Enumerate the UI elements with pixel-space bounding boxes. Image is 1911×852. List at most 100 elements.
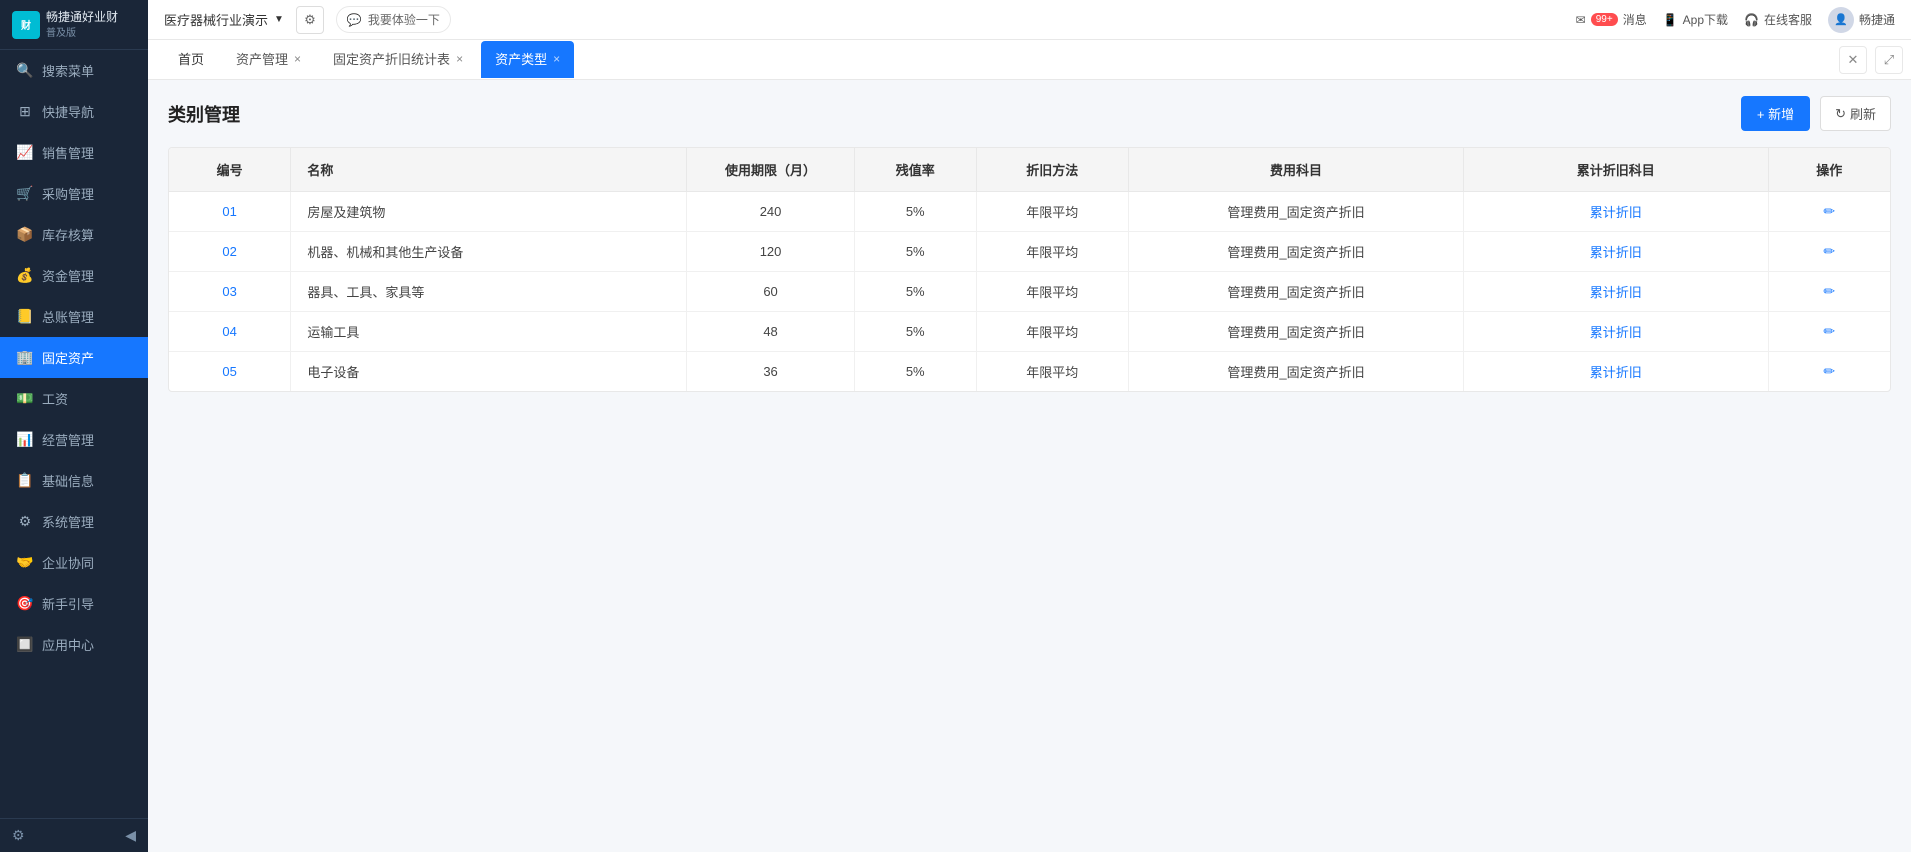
company-settings-button[interactable]: ⚙ <box>296 6 324 34</box>
cell-action: ✏ <box>1768 312 1890 352</box>
sidebar-item-ledger[interactable]: 📒 总账管理 <box>0 296 148 337</box>
sidebar-item-search[interactable]: 🔍 搜索菜单 <box>0 50 148 91</box>
tab-home-label: 首页 <box>178 49 204 68</box>
dropdown-chevron-icon: ▼ <box>274 14 284 25</box>
cell-code: 04 <box>169 312 291 352</box>
cell-name: 电子设备 <box>291 352 687 392</box>
service-label: 在线客服 <box>1764 11 1812 28</box>
table-row: 01 房屋及建筑物 240 5% 年限平均 管理费用_固定资产折旧 累计折旧 ✏ <box>169 192 1890 232</box>
new-button[interactable]: + 新增 <box>1741 96 1810 131</box>
user-action[interactable]: 👤 畅捷通 <box>1828 7 1895 33</box>
sidebar-item-label: 经营管理 <box>42 430 94 449</box>
appdownload-action[interactable]: 📱 App下载 <box>1663 11 1728 28</box>
edit-icon[interactable]: ✏ <box>1823 323 1835 339</box>
tab-assettype[interactable]: 资产类型 × <box>481 41 574 78</box>
basicinfo-icon: 📋 <box>16 472 34 490</box>
sidebar-item-basicinfo[interactable]: 📋 基础信息 <box>0 460 148 501</box>
sidebar-item-newguide[interactable]: 🎯 新手引导 <box>0 583 148 624</box>
cell-method: 年限平均 <box>976 232 1128 272</box>
sidebar-item-appcenter[interactable]: 🔲 应用中心 <box>0 624 148 665</box>
experience-button[interactable]: 💬 我要体验一下 <box>336 6 451 33</box>
expand-tab-button[interactable]: ⤢ <box>1875 46 1903 74</box>
collapse-icon[interactable]: ◀ <box>125 827 136 844</box>
sidebar-item-quicknav[interactable]: ⊞ 快捷导航 <box>0 91 148 132</box>
sidebar-item-salary[interactable]: 💵 工资 <box>0 378 148 419</box>
sidebar-item-label: 系统管理 <box>42 512 94 531</box>
sidebar-item-inventory[interactable]: 📦 库存核算 <box>0 214 148 255</box>
sidebar-logo: 财 畅捷通好业财 普及版 <box>0 0 148 50</box>
message-action[interactable]: ✉ 99+ 消息 <box>1576 11 1647 28</box>
edit-icon[interactable]: ✏ <box>1823 363 1835 379</box>
funds-icon: 💰 <box>16 267 34 285</box>
sidebar-item-label: 工资 <box>42 389 68 408</box>
sales-icon: 📈 <box>16 144 34 162</box>
company-name: 医疗器械行业演示 <box>164 10 268 29</box>
cell-action: ✏ <box>1768 232 1890 272</box>
settings-icon[interactable]: ⚙ <box>12 827 25 844</box>
sidebar-item-label: 企业协同 <box>42 553 94 572</box>
cell-period: 60 <box>687 272 855 312</box>
tab-deprstat-close[interactable]: × <box>456 52 463 66</box>
page-title: 类别管理 <box>168 101 240 127</box>
sidebar-item-label: 采购管理 <box>42 184 94 203</box>
ledger-icon: 📒 <box>16 308 34 326</box>
sidebar-item-label: 应用中心 <box>42 635 94 654</box>
sidebar-item-enterprise[interactable]: 🤝 企业协同 <box>0 542 148 583</box>
refresh-button[interactable]: ↻ 刷新 <box>1820 96 1891 131</box>
col-header-code: 编号 <box>169 148 291 192</box>
mobile-icon: 📱 <box>1663 13 1678 27</box>
cell-name: 运输工具 <box>291 312 687 352</box>
sidebar-nav: 🔍 搜索菜单 ⊞ 快捷导航 📈 销售管理 🛒 采购管理 📦 库存核算 💰 资金管… <box>0 50 148 818</box>
sidebar-item-label: 新手引导 <box>42 594 94 613</box>
cell-expense: 管理费用_固定资产折旧 <box>1128 312 1463 352</box>
cell-expense: 管理费用_固定资产折旧 <box>1128 272 1463 312</box>
tab-assettype-close[interactable]: × <box>553 52 560 66</box>
edit-icon[interactable]: ✏ <box>1823 203 1835 219</box>
sidebar-item-sales[interactable]: 📈 销售管理 <box>0 132 148 173</box>
close-tab-button[interactable]: ✕ <box>1839 46 1867 74</box>
sidebar-item-funds[interactable]: 💰 资金管理 <box>0 255 148 296</box>
sidebar-item-operations[interactable]: 📊 经营管理 <box>0 419 148 460</box>
cell-method: 年限平均 <box>976 312 1128 352</box>
tab-deprstat[interactable]: 固定资产折旧统计表 × <box>319 41 477 78</box>
main-content: 医疗器械行业演示 ▼ ⚙ 💬 我要体验一下 ✉ 99+ 消息 📱 App下载 <box>148 0 1911 852</box>
cell-method: 年限平均 <box>976 192 1128 232</box>
tab-assetmanage[interactable]: 资产管理 × <box>222 41 315 78</box>
cell-accum: 累计折旧 <box>1463 312 1768 352</box>
refresh-icon: ↻ <box>1835 106 1846 122</box>
edit-icon[interactable]: ✏ <box>1823 243 1835 259</box>
sidebar: 财 畅捷通好业财 普及版 🔍 搜索菜单 ⊞ 快捷导航 📈 销售管理 🛒 采购管理… <box>0 0 148 852</box>
edit-icon[interactable]: ✏ <box>1823 283 1835 299</box>
tab-assettype-label: 资产类型 <box>495 49 547 68</box>
page-actions: + 新增 ↻ 刷新 <box>1741 96 1891 131</box>
sidebar-item-purchase[interactable]: 🛒 采购管理 <box>0 173 148 214</box>
tab-home[interactable]: 首页 <box>164 41 218 78</box>
col-header-method: 折旧方法 <box>976 148 1128 192</box>
cell-expense: 管理费用_固定资产折旧 <box>1128 192 1463 232</box>
username-label: 畅捷通 <box>1859 11 1895 28</box>
enterprise-icon: 🤝 <box>16 554 34 572</box>
app-logo-icon: 财 <box>12 11 40 39</box>
service-action[interactable]: 🎧 在线客服 <box>1744 11 1812 28</box>
user-icon: 👤 <box>1834 13 1848 26</box>
experience-label: 我要体验一下 <box>368 11 440 28</box>
app-name: 畅捷通好业财 <box>46 10 118 24</box>
refresh-label: 刷新 <box>1850 104 1876 123</box>
appcenter-icon: 🔲 <box>16 636 34 654</box>
page-content: 类别管理 + 新增 ↻ 刷新 编号 名称 使用期限（月） 残值率 折旧方法 <box>148 80 1911 852</box>
sidebar-item-label: 总账管理 <box>42 307 94 326</box>
company-selector[interactable]: 医疗器械行业演示 ▼ <box>164 10 284 29</box>
sidebar-item-label: 销售管理 <box>42 143 94 162</box>
cell-expense: 管理费用_固定资产折旧 <box>1128 232 1463 272</box>
search-icon: 🔍 <box>16 62 34 80</box>
tab-assetmanage-close[interactable]: × <box>294 52 301 66</box>
cell-residual: 5% <box>854 192 976 232</box>
sidebar-item-fixedasset[interactable]: 🏢 固定资产 <box>0 337 148 378</box>
cell-code: 05 <box>169 352 291 392</box>
tab-assetmanage-label: 资产管理 <box>236 49 288 68</box>
sidebar-item-system[interactable]: ⚙ 系统管理 <box>0 501 148 542</box>
table-header: 编号 名称 使用期限（月） 残值率 折旧方法 费用科目 累计折旧科目 操作 <box>169 148 1890 192</box>
cell-accum: 累计折旧 <box>1463 192 1768 232</box>
table-row: 02 机器、机械和其他生产设备 120 5% 年限平均 管理费用_固定资产折旧 … <box>169 232 1890 272</box>
cell-accum: 累计折旧 <box>1463 232 1768 272</box>
